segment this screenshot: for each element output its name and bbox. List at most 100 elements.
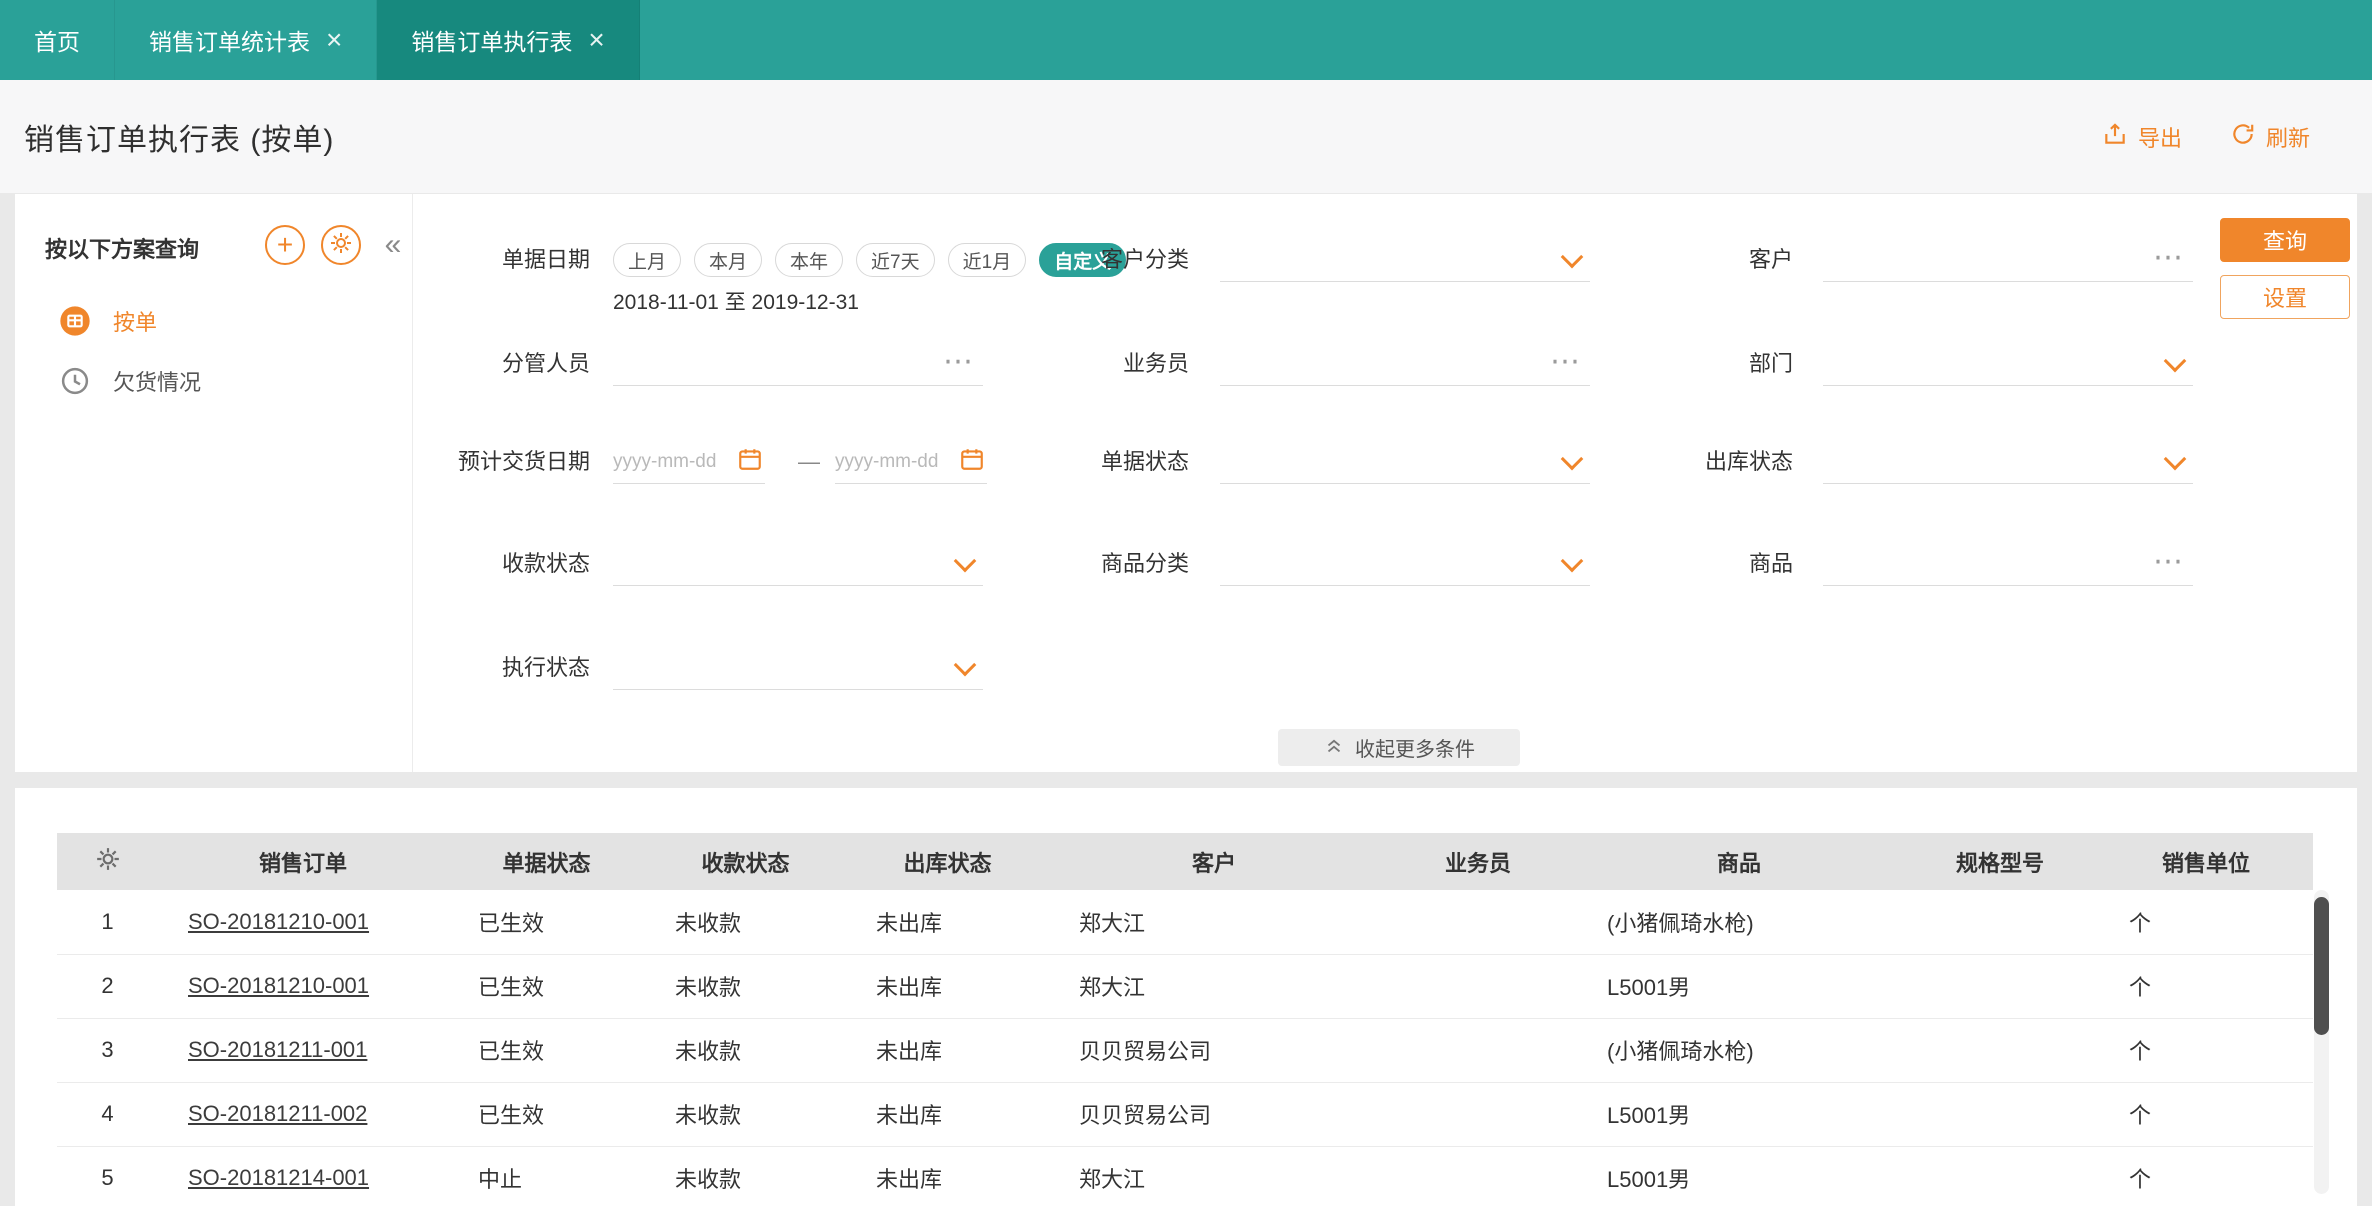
doc-status-cell: 已生效 [448, 1082, 645, 1147]
product-cell: L5001男 [1577, 1146, 1901, 1206]
chevron-down-icon [953, 653, 977, 677]
column-header-doc-status[interactable]: 单据状态 [448, 833, 645, 890]
quick-range-last-7-days[interactable]: 近7天 [856, 243, 935, 277]
customer-label: 客户 [1748, 247, 1793, 272]
calendar-icon[interactable] [737, 446, 763, 477]
product-category-select[interactable] [1220, 542, 1590, 586]
row-number: 1 [57, 890, 158, 955]
customer-cell: 郑大江 [1049, 954, 1379, 1019]
spec-cell [1901, 1146, 2099, 1206]
product-cell: (小猪佩琦水枪) [1577, 1018, 1901, 1083]
outbound-status-cell: 未出库 [846, 1146, 1049, 1206]
payment-status-cell: 未收款 [645, 890, 846, 955]
collapse-filters-button[interactable]: 收起更多条件 [1278, 729, 1520, 766]
execution-status-select[interactable] [613, 646, 983, 690]
column-settings-button[interactable] [57, 833, 158, 890]
sidebar-item-by-order[interactable]: 按单 [59, 299, 157, 343]
table-row: 1 SO-20181210-001 已生效 未收款 未出库 郑大江 (小猪佩琦水… [57, 890, 2313, 955]
unit-cell: 个 [2099, 1082, 2313, 1147]
delivery-date-start-field[interactable] [613, 440, 765, 484]
quick-range-this-year[interactable]: 本年 [775, 243, 844, 277]
product-label: 商品 [1748, 551, 1793, 576]
orders-table: 销售订单 单据状态 收款状态 出库状态 客户 业务员 商品 规格型号 销售单位 … [57, 833, 2313, 1206]
payment-status-cell: 未收款 [645, 1018, 846, 1083]
customer-picker[interactable]: ⋯ [1823, 238, 2193, 282]
doc-status-select[interactable] [1220, 440, 1590, 484]
order-link[interactable]: SO-20181211-001 [188, 1037, 367, 1062]
column-header-unit[interactable]: 销售单位 [2099, 833, 2313, 890]
tab-sales-order-exec[interactable]: 销售订单执行表 × [377, 0, 640, 80]
manager-picker[interactable]: ⋯ [613, 342, 983, 386]
outbound-status-select[interactable] [1823, 440, 2193, 484]
settings-button[interactable]: 设置 [2220, 275, 2350, 319]
double-chevron-up-icon [1323, 734, 1345, 762]
doc-date-label: 单据日期 [501, 247, 590, 272]
customer-cell: 贝贝贸易公司 [1049, 1018, 1379, 1083]
close-icon[interactable]: × [326, 26, 342, 54]
search-button[interactable]: 查询 [2220, 218, 2350, 262]
column-header-payment-status[interactable]: 收款状态 [645, 833, 846, 890]
payment-status-select[interactable] [613, 542, 983, 586]
table-scrollbar-thumb[interactable] [2314, 897, 2329, 1035]
payment-status-cell: 未收款 [645, 1146, 846, 1206]
doc-status-label: 单据状态 [1100, 449, 1189, 474]
row-number: 3 [57, 1018, 158, 1083]
order-link[interactable]: SO-20181211-002 [188, 1101, 367, 1126]
scheme-settings-button[interactable] [321, 225, 361, 265]
row-number: 2 [57, 954, 158, 1019]
customer-category-select[interactable] [1220, 238, 1590, 282]
query-scheme-sidebar: 按以下方案查询 + « 按单 欠货情况 [15, 194, 413, 772]
column-header-product[interactable]: 商品 [1577, 833, 1901, 890]
delivery-date-start-input[interactable] [613, 450, 729, 473]
column-header-salesman[interactable]: 业务员 [1379, 833, 1577, 890]
salesman-cell [1379, 890, 1577, 955]
sidebar-item-backorder[interactable]: 欠货情况 [59, 359, 201, 403]
gear-icon [329, 231, 353, 260]
clock-icon [59, 365, 91, 397]
column-header-spec[interactable]: 规格型号 [1901, 833, 2099, 890]
tab-home[interactable]: 首页 [0, 0, 115, 80]
unit-cell: 个 [2099, 1018, 2313, 1083]
sidebar-heading: 按以下方案查询 [45, 237, 200, 262]
customer-category-label: 客户分类 [1100, 247, 1189, 272]
close-icon[interactable]: × [588, 26, 604, 54]
title-bar: 销售订单执行表 (按单) 导出 刷新 [0, 80, 2372, 193]
doc-status-cell: 已生效 [448, 954, 645, 1019]
table-header-row: 销售订单 单据状态 收款状态 出库状态 客户 业务员 商品 规格型号 销售单位 [57, 833, 2313, 890]
add-scheme-button[interactable]: + [265, 225, 305, 265]
delivery-date-end-input[interactable] [835, 450, 951, 473]
quick-range-this-month[interactable]: 本月 [694, 243, 763, 277]
payment-status-cell: 未收款 [645, 1082, 846, 1147]
order-link[interactable]: SO-20181210-001 [188, 973, 369, 998]
refresh-button[interactable]: 刷新 [2230, 121, 2310, 153]
customer-cell: 郑大江 [1049, 890, 1379, 955]
payment-status-label: 收款状态 [501, 551, 590, 576]
product-picker[interactable]: ⋯ [1823, 542, 2193, 586]
table-row: 3 SO-20181211-001 已生效 未收款 未出库 贝贝贸易公司 (小猪… [57, 1018, 2313, 1083]
package-icon [59, 305, 91, 337]
column-header-customer[interactable]: 客户 [1049, 833, 1379, 890]
department-select[interactable] [1823, 342, 2193, 386]
tab-home-label: 首页 [34, 29, 80, 55]
table-row: 4 SO-20181211-002 已生效 未收款 未出库 贝贝贸易公司 L50… [57, 1082, 2313, 1147]
ellipsis-icon: ⋯ [2153, 241, 2185, 274]
page-title: 销售订单执行表 (按单) [24, 123, 335, 157]
export-button[interactable]: 导出 [2102, 121, 2182, 153]
customer-cell: 贝贝贸易公司 [1049, 1082, 1379, 1147]
order-link[interactable]: SO-20181210-001 [188, 909, 369, 934]
spec-cell [1901, 954, 2099, 1019]
outbound-status-label: 出库状态 [1704, 449, 1793, 474]
column-header-order[interactable]: 销售订单 [158, 833, 448, 890]
tab-bar: 首页 销售订单统计表 × 销售订单执行表 × [0, 0, 2372, 80]
quick-range-last-month[interactable]: 上月 [613, 243, 682, 277]
chevron-down-icon [2163, 349, 2187, 373]
salesman-picker[interactable]: ⋯ [1220, 342, 1590, 386]
tab-sales-order-stats[interactable]: 销售订单统计表 × [115, 0, 378, 80]
tab-exec-label: 销售订单执行表 [411, 29, 573, 55]
delivery-date-label: 预计交货日期 [457, 449, 590, 474]
salesman-cell [1379, 954, 1577, 1019]
export-icon [2102, 121, 2128, 153]
order-link[interactable]: SO-20181214-001 [188, 1165, 369, 1190]
page: 首页 销售订单统计表 × 销售订单执行表 × 销售订单执行表 (按单) 导出 刷… [0, 0, 2372, 1206]
column-header-outbound-status[interactable]: 出库状态 [846, 833, 1049, 890]
